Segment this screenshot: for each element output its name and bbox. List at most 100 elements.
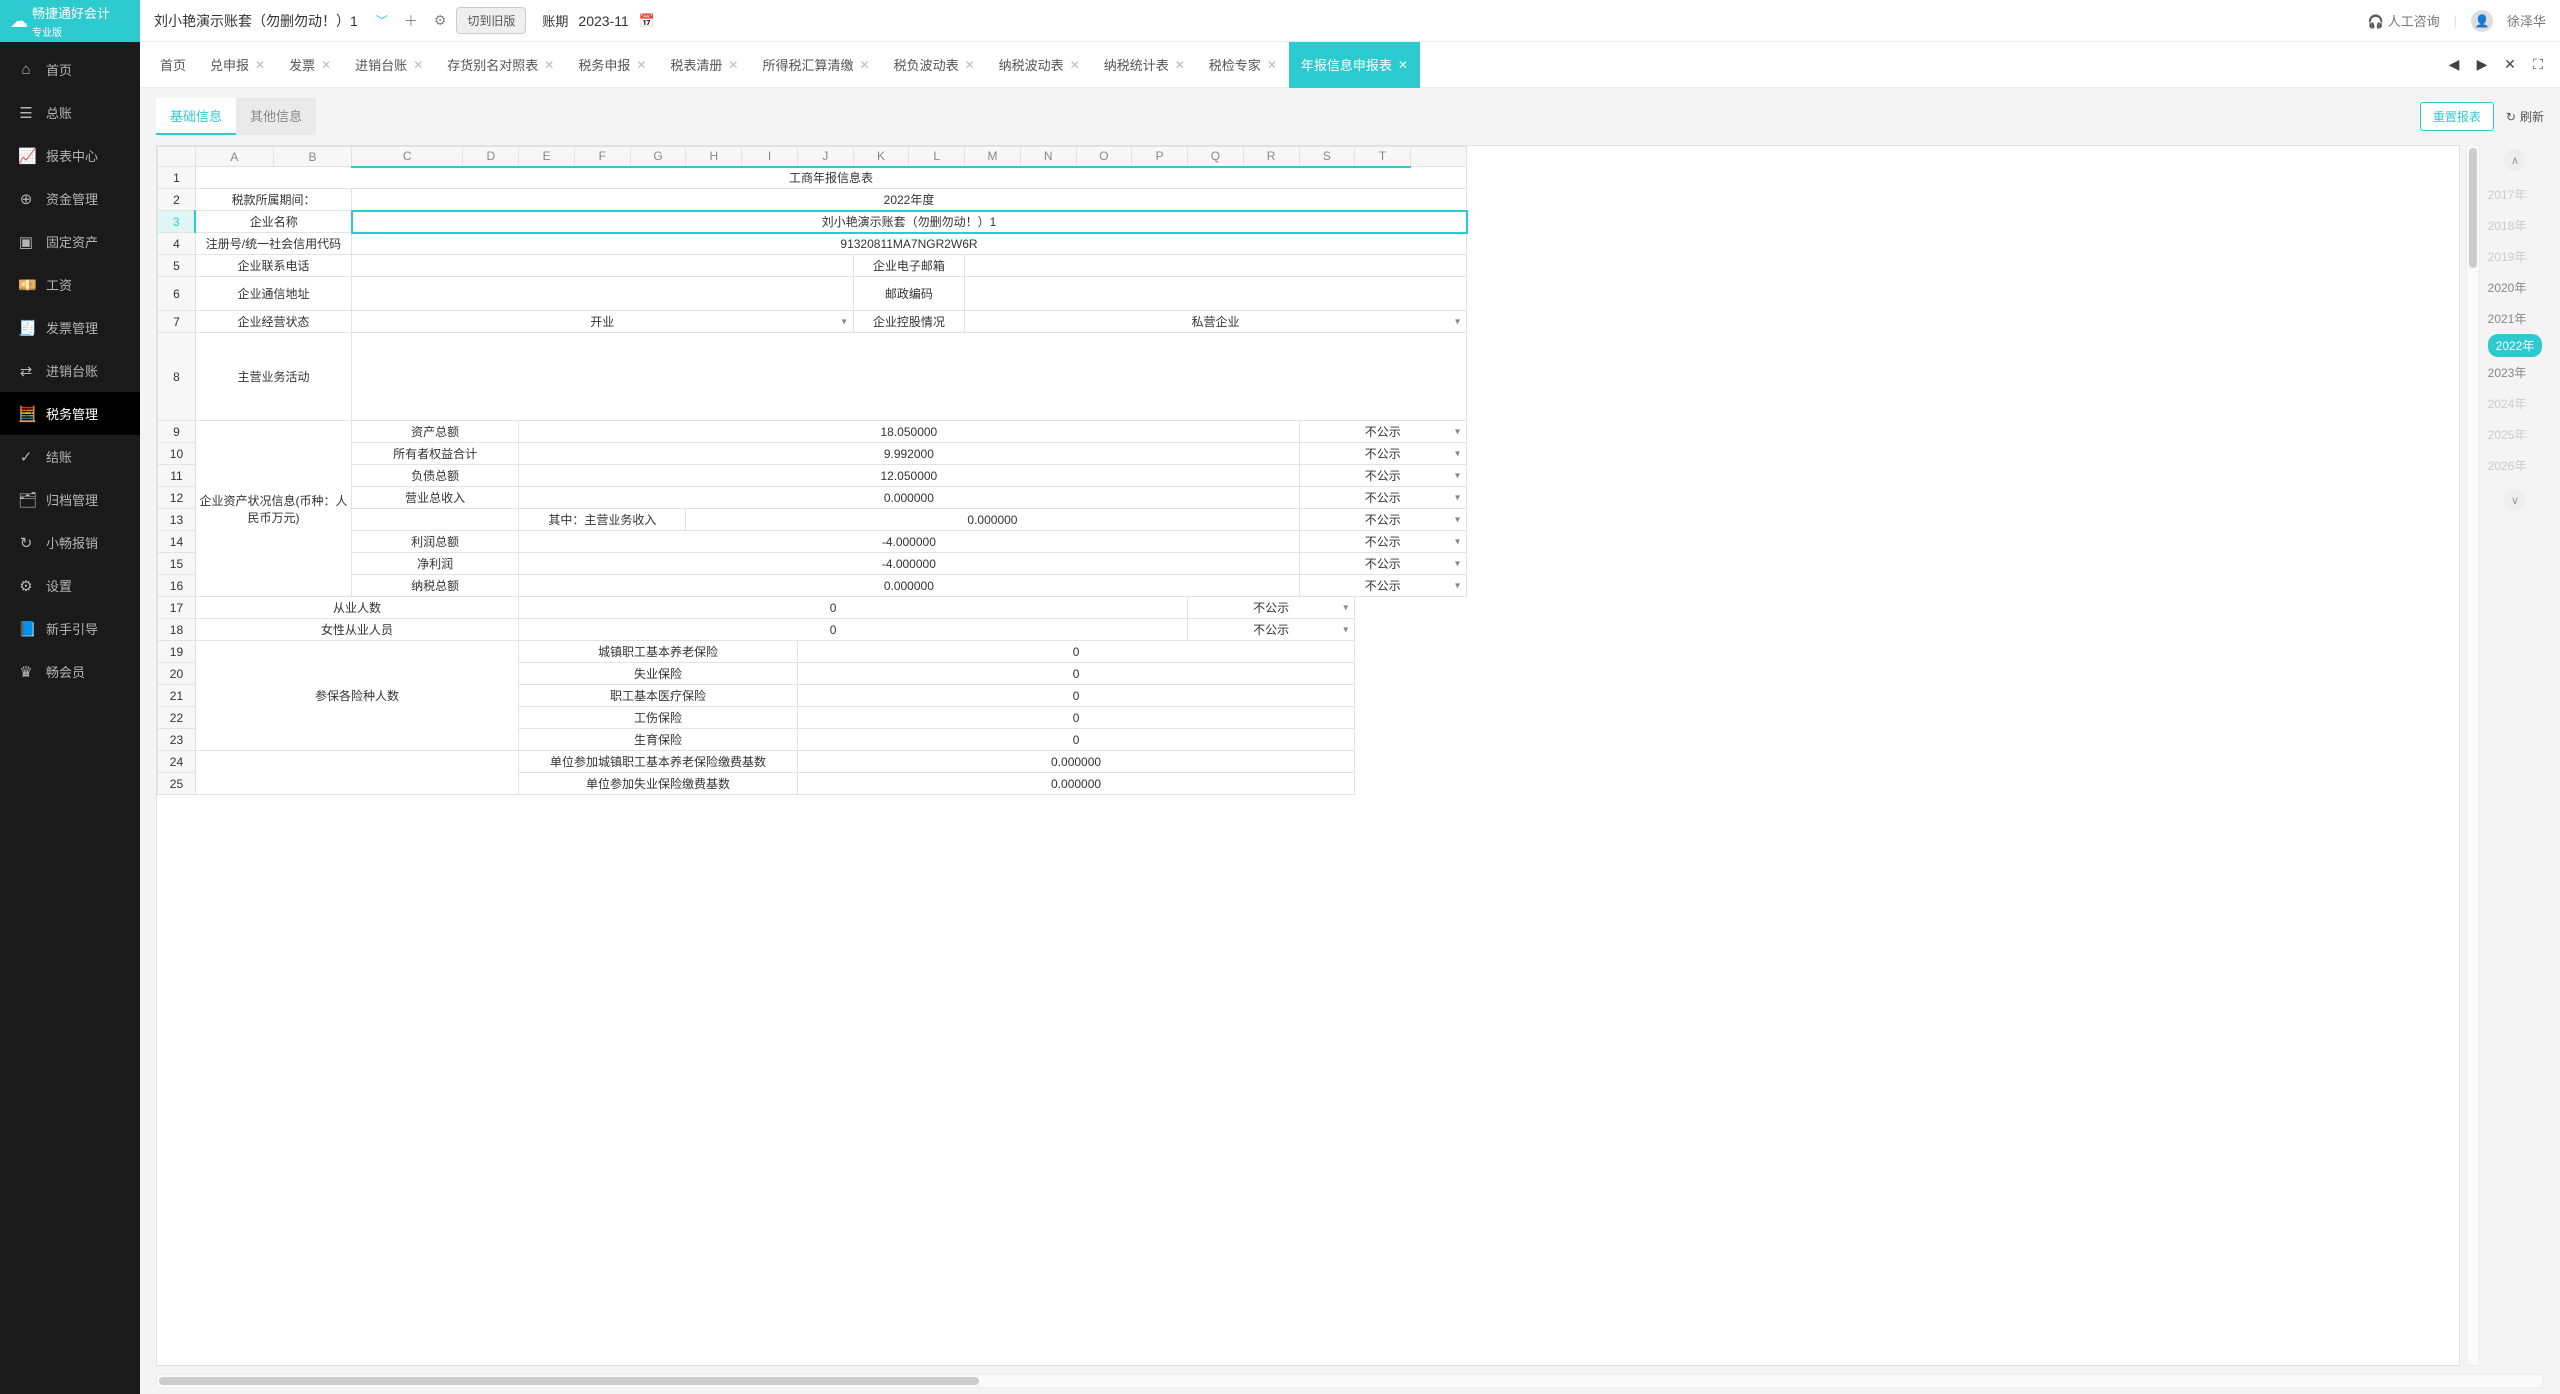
col-header[interactable]: C — [352, 147, 463, 167]
publish-select[interactable]: 不公示 — [1299, 443, 1467, 465]
col-header[interactable]: R — [1243, 147, 1299, 167]
sidebar-item-10[interactable]: 🗂归档管理 — [0, 478, 140, 521]
year-option[interactable]: 2022年 — [2488, 334, 2543, 357]
sidebar-item-14[interactable]: ♛畅会员 — [0, 650, 140, 693]
sidebar-item-0[interactable]: ⌂首页 — [0, 48, 140, 91]
row-number[interactable]: 18 — [158, 619, 196, 641]
row-number[interactable]: 15 — [158, 553, 196, 575]
col-header[interactable]: F — [574, 147, 630, 167]
row-number[interactable]: 11 — [158, 465, 196, 487]
row-number[interactable]: 13 — [158, 509, 196, 531]
close-icon[interactable]: ✕ — [965, 58, 975, 72]
year-option[interactable]: 2024年 — [2488, 388, 2543, 419]
spreadsheet[interactable]: ABCDEFGHIJKLMNOPQRST1工商年报信息表2税款所属期间：2022… — [156, 145, 2460, 1366]
reset-report-button[interactable]: 重置报表 — [2420, 102, 2494, 131]
tab-3[interactable]: 进销台账✕ — [343, 42, 435, 88]
sub-tab-other[interactable]: 其他信息 — [236, 98, 316, 135]
col-header[interactable]: I — [742, 147, 798, 167]
sidebar-item-2[interactable]: 📈报表中心 — [0, 134, 140, 177]
col-header[interactable]: Q — [1188, 147, 1244, 167]
row-number[interactable]: 16 — [158, 575, 196, 597]
col-header[interactable]: L — [909, 147, 965, 167]
col-header[interactable]: P — [1132, 147, 1188, 167]
close-icon[interactable]: ✕ — [728, 58, 738, 72]
year-up-button[interactable]: ∧ — [2504, 149, 2526, 171]
sidebar-item-13[interactable]: 📘新手引导 — [0, 607, 140, 650]
tab-6[interactable]: 税表清册✕ — [658, 42, 750, 88]
year-option[interactable]: 2019年 — [2488, 241, 2543, 272]
year-option[interactable]: 2017年 — [2488, 179, 2543, 210]
switch-old-version-button[interactable]: 切到旧版 — [456, 7, 526, 34]
close-icon[interactable]: ✕ — [413, 58, 423, 72]
col-header[interactable]: B — [273, 147, 351, 167]
sidebar-item-4[interactable]: ▣固定资产 — [0, 220, 140, 263]
consult-button[interactable]: 🎧 人工咨询 — [2368, 11, 2440, 30]
col-header[interactable]: N — [1020, 147, 1076, 167]
tab-8[interactable]: 税负波动表✕ — [882, 42, 987, 88]
tab-1[interactable]: 兑申报✕ — [198, 42, 277, 88]
tabs-next-button[interactable]: ▶ — [2468, 51, 2496, 79]
avatar[interactable]: 👤 — [2471, 10, 2493, 32]
row-number[interactable]: 9 — [158, 421, 196, 443]
tab-7[interactable]: 所得税汇算清缴✕ — [750, 42, 881, 88]
company-name-cell[interactable]: 刘小艳演示账套（勿删勿动！）1 — [352, 211, 1467, 233]
tab-0[interactable]: 首页 — [148, 42, 198, 88]
col-header[interactable]: D — [463, 147, 519, 167]
sidebar-item-3[interactable]: ⊕资金管理 — [0, 177, 140, 220]
username[interactable]: 徐泽华 — [2507, 11, 2546, 30]
period-value[interactable]: 2023-11 — [578, 13, 628, 29]
col-header[interactable]: E — [519, 147, 575, 167]
publish-select[interactable]: 不公示 — [1299, 575, 1467, 597]
sidebar-item-8[interactable]: 🧮税务管理 — [0, 392, 140, 435]
year-option[interactable]: 2018年 — [2488, 210, 2543, 241]
sidebar-item-6[interactable]: 🧾发票管理 — [0, 306, 140, 349]
row-number[interactable]: 22 — [158, 707, 196, 729]
close-icon[interactable]: ✕ — [1175, 58, 1185, 72]
row-number[interactable]: 19 — [158, 641, 196, 663]
row-number[interactable]: 1 — [158, 167, 196, 189]
year-option[interactable]: 2025年 — [2488, 419, 2543, 450]
year-down-button[interactable]: ∨ — [2504, 489, 2526, 511]
sidebar-item-11[interactable]: ↻小畅报销 — [0, 521, 140, 564]
row-number[interactable]: 25 — [158, 773, 196, 795]
row-number[interactable]: 17 — [158, 597, 196, 619]
sidebar-item-5[interactable]: 💴工资 — [0, 263, 140, 306]
row-number[interactable]: 7 — [158, 311, 196, 333]
tab-10[interactable]: 纳税统计表✕ — [1092, 42, 1197, 88]
row-number[interactable]: 2 — [158, 189, 196, 211]
col-header[interactable]: A — [195, 147, 273, 167]
tab-4[interactable]: 存货别名对照表✕ — [435, 42, 566, 88]
col-header[interactable]: O — [1076, 147, 1132, 167]
row-number[interactable]: 3 — [158, 211, 196, 233]
refresh-button[interactable]: ↻ 刷新 — [2506, 108, 2544, 125]
close-icon[interactable]: ✕ — [321, 58, 331, 72]
tax-period[interactable]: 2022年度 — [352, 189, 1467, 211]
close-icon[interactable]: ✕ — [255, 58, 265, 72]
close-icon[interactable]: ✕ — [1070, 58, 1080, 72]
col-header[interactable]: H — [686, 147, 742, 167]
col-header[interactable]: K — [853, 147, 909, 167]
year-option[interactable]: 2026年 — [2488, 450, 2543, 481]
sidebar-item-12[interactable]: ⚙设置 — [0, 564, 140, 607]
account-selector[interactable]: 刘小艳演示账套（勿删勿动！）1 ﹀ — [154, 11, 388, 31]
add-account-button[interactable]: ＋ — [404, 11, 418, 31]
sidebar-item-7[interactable]: ⇄进销台账 — [0, 349, 140, 392]
close-icon[interactable]: ✕ — [544, 58, 554, 72]
col-header[interactable]: J — [797, 147, 853, 167]
tab-2[interactable]: 发票✕ — [277, 42, 343, 88]
row-number[interactable]: 23 — [158, 729, 196, 751]
close-icon[interactable]: ✕ — [1398, 58, 1408, 72]
col-header[interactable]: S — [1299, 147, 1355, 167]
col-header[interactable]: T — [1355, 147, 1411, 167]
row-number[interactable]: 4 — [158, 233, 196, 255]
tabs-close-button[interactable]: ✕ — [2496, 51, 2524, 79]
publish-select[interactable]: 不公示 — [1299, 465, 1467, 487]
row-number[interactable]: 24 — [158, 751, 196, 773]
year-option[interactable]: 2021年 — [2488, 303, 2543, 334]
year-option[interactable]: 2020年 — [2488, 272, 2543, 303]
year-option[interactable]: 2023年 — [2488, 357, 2543, 388]
tab-11[interactable]: 税检专家✕ — [1197, 42, 1289, 88]
close-icon[interactable]: ✕ — [636, 58, 646, 72]
vertical-scrollbar[interactable] — [2466, 145, 2480, 1366]
publish-select[interactable]: 不公示 — [1299, 421, 1467, 443]
